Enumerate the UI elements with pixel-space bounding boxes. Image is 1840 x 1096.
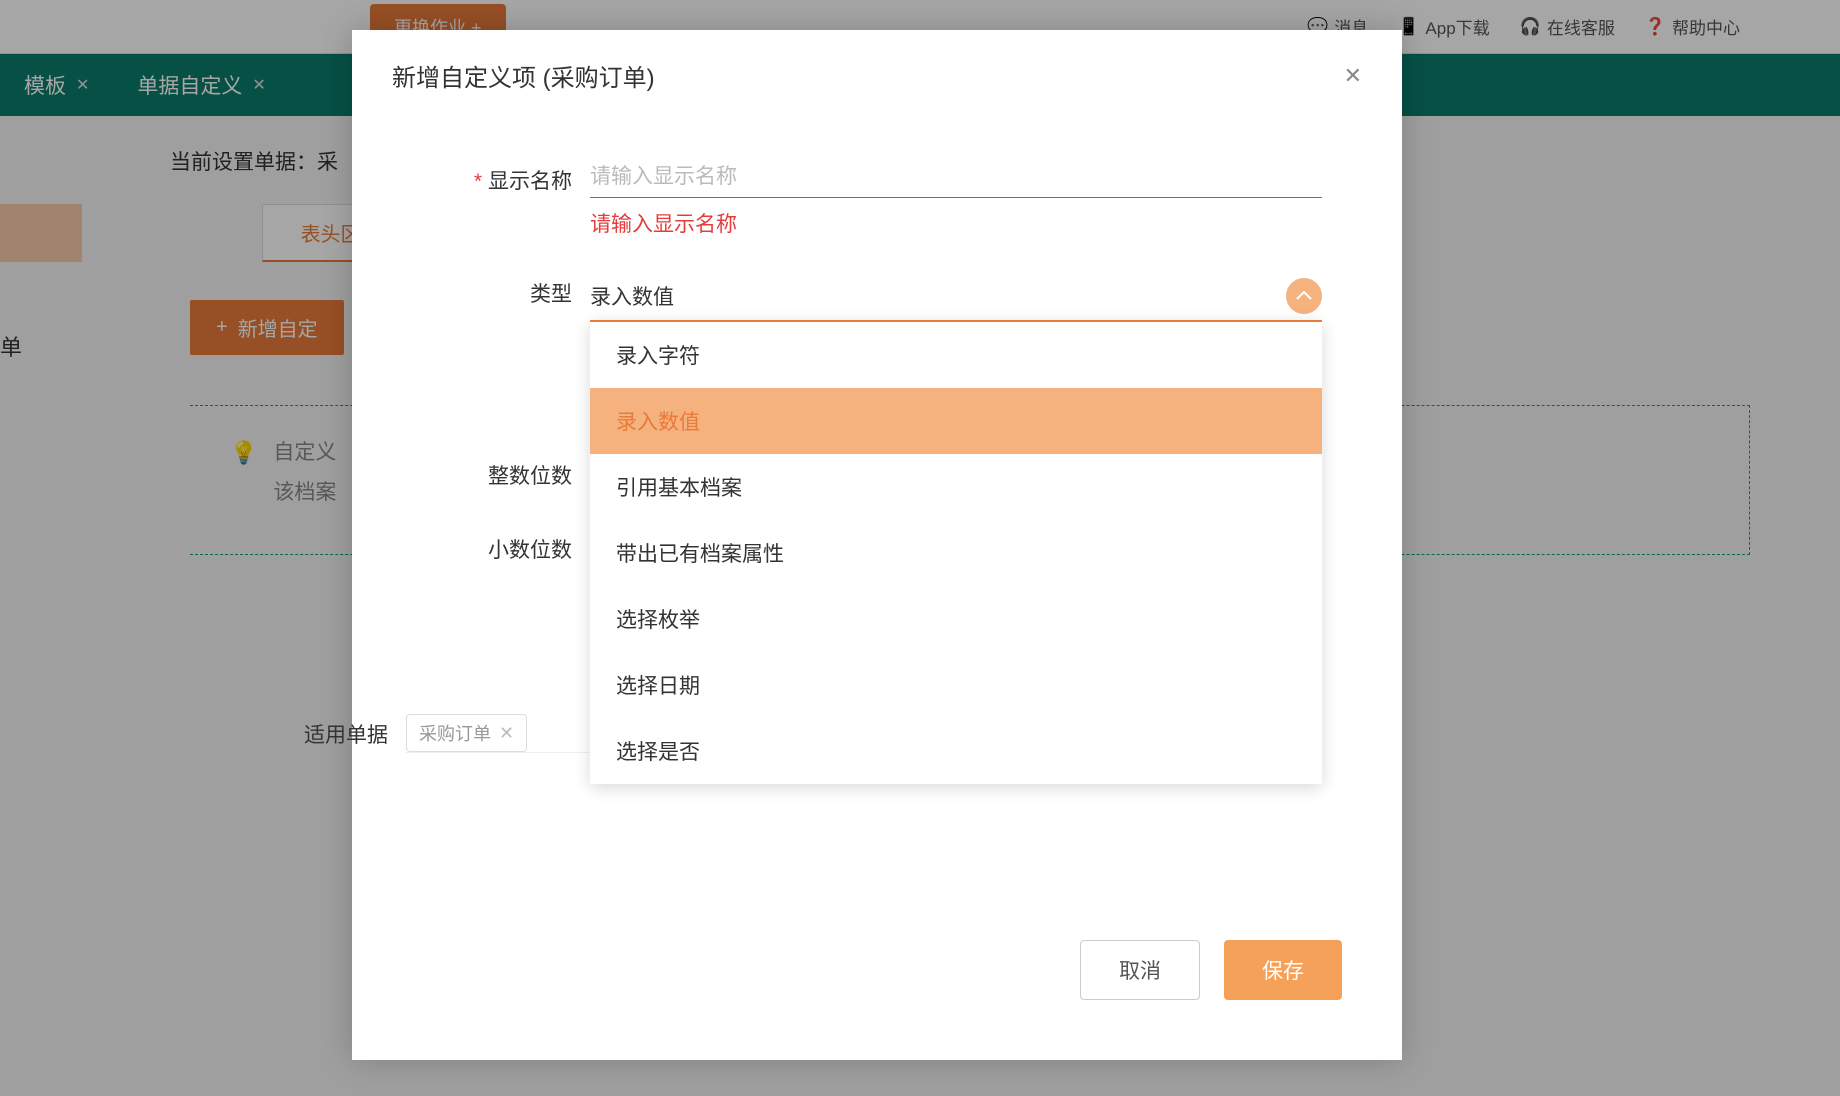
tag-remove-icon[interactable]: ✕ bbox=[499, 723, 514, 744]
display-name-label: *显示名称 bbox=[432, 161, 572, 195]
display-name-input[interactable] bbox=[590, 161, 1322, 198]
type-option-number[interactable]: 录入数值 bbox=[590, 388, 1322, 454]
type-dropdown: 录入字符 录入数值 引用基本档案 带出已有档案属性 选择枚举 选择日期 选择是否 bbox=[590, 320, 1322, 784]
modal-close-button[interactable]: ✕ bbox=[1344, 63, 1362, 89]
type-option-existing-attr[interactable]: 带出已有档案属性 bbox=[590, 520, 1322, 586]
applicable-tag-label: 采购订单 bbox=[419, 720, 491, 746]
add-custom-item-modal: 新增自定义项 (采购订单) ✕ *显示名称 请输入显示名称 类型 录入数值 bbox=[352, 30, 1402, 1060]
type-option-bool[interactable]: 选择是否 bbox=[590, 718, 1322, 784]
applicable-label: 适用单据 bbox=[304, 719, 388, 749]
chevron-up-icon bbox=[1286, 278, 1322, 314]
type-option-enum[interactable]: 选择枚举 bbox=[590, 586, 1322, 652]
type-select-value: 录入数值 bbox=[590, 281, 674, 311]
type-option-ref-archive[interactable]: 引用基本档案 bbox=[590, 454, 1322, 520]
cancel-button[interactable]: 取消 bbox=[1080, 940, 1200, 1000]
type-label: 类型 bbox=[432, 274, 572, 308]
applicable-tag[interactable]: 采购订单 ✕ bbox=[406, 714, 527, 752]
decimal-digits-label: 小数位数 bbox=[432, 530, 572, 564]
type-option-text[interactable]: 录入字符 bbox=[590, 322, 1322, 388]
modal-title: 新增自定义项 (采购订单) bbox=[392, 58, 655, 93]
integer-digits-label: 整数位数 bbox=[432, 456, 572, 490]
type-select[interactable]: 录入数值 bbox=[590, 274, 1322, 324]
save-button[interactable]: 保存 bbox=[1224, 940, 1342, 1000]
type-option-date[interactable]: 选择日期 bbox=[590, 652, 1322, 718]
display-name-error: 请输入显示名称 bbox=[590, 208, 1322, 238]
